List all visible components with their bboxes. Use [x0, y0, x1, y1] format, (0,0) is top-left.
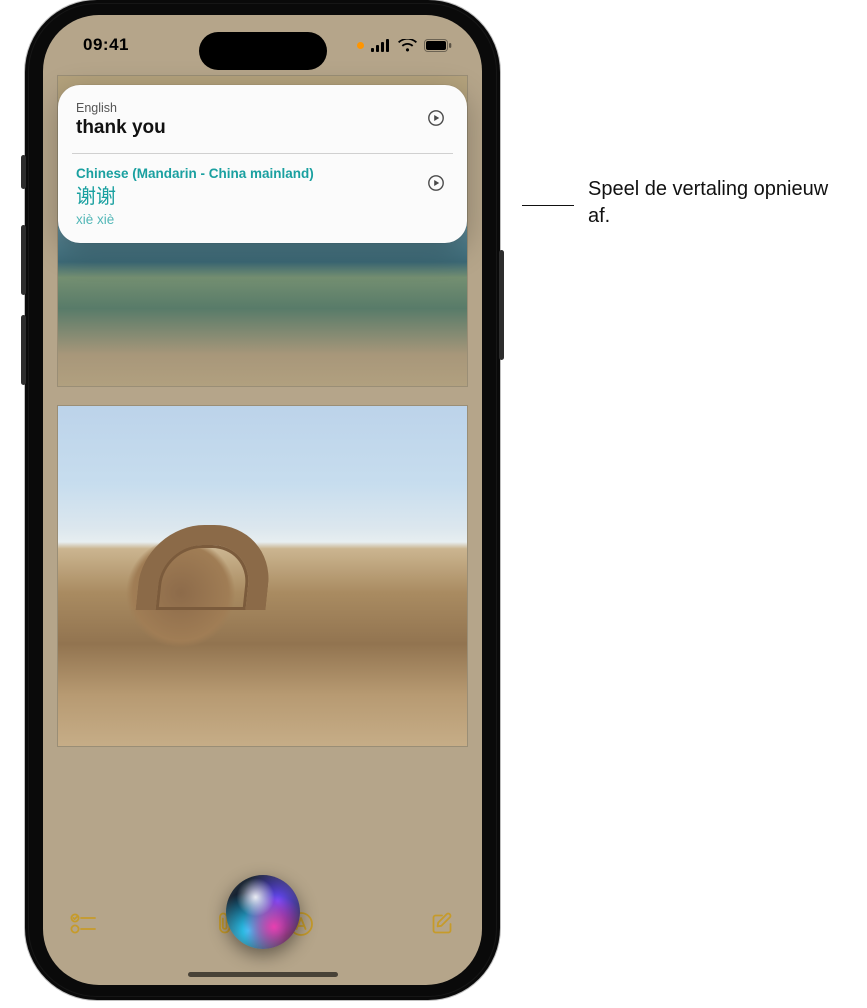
source-language-label: English	[76, 101, 411, 115]
callout-leader-line	[522, 205, 574, 207]
play-translation-button[interactable]	[423, 170, 449, 196]
volume-up-button[interactable]	[21, 225, 26, 295]
annotation-callout: Speel de vertaling opnieuw af.	[522, 176, 842, 230]
siri-orb[interactable]	[226, 875, 300, 949]
siri-translation-card: English thank you Chinese (Mandarin - Ch…	[58, 85, 467, 243]
target-romanization: xiè xiè	[76, 212, 411, 227]
mic-indicator-dot	[357, 42, 364, 49]
play-source-button[interactable]	[423, 105, 449, 131]
target-language-label: Chinese (Mandarin - China mainland)	[76, 166, 411, 181]
dynamic-island[interactable]	[199, 32, 327, 70]
wifi-icon	[398, 39, 417, 52]
silence-switch[interactable]	[21, 155, 26, 189]
volume-down-button[interactable]	[21, 315, 26, 385]
callout-text: Speel de vertaling opnieuw af.	[574, 176, 842, 230]
battery-icon	[424, 39, 452, 52]
target-phrase: 谢谢	[76, 185, 411, 210]
cellular-icon	[371, 39, 391, 52]
compose-icon[interactable]	[428, 910, 456, 938]
note-image	[57, 405, 468, 747]
checklist-icon[interactable]	[69, 910, 97, 938]
home-indicator[interactable]	[188, 972, 338, 977]
power-button[interactable]	[499, 250, 504, 360]
source-phrase: thank you	[76, 117, 411, 139]
status-time: 09:41	[83, 35, 129, 55]
